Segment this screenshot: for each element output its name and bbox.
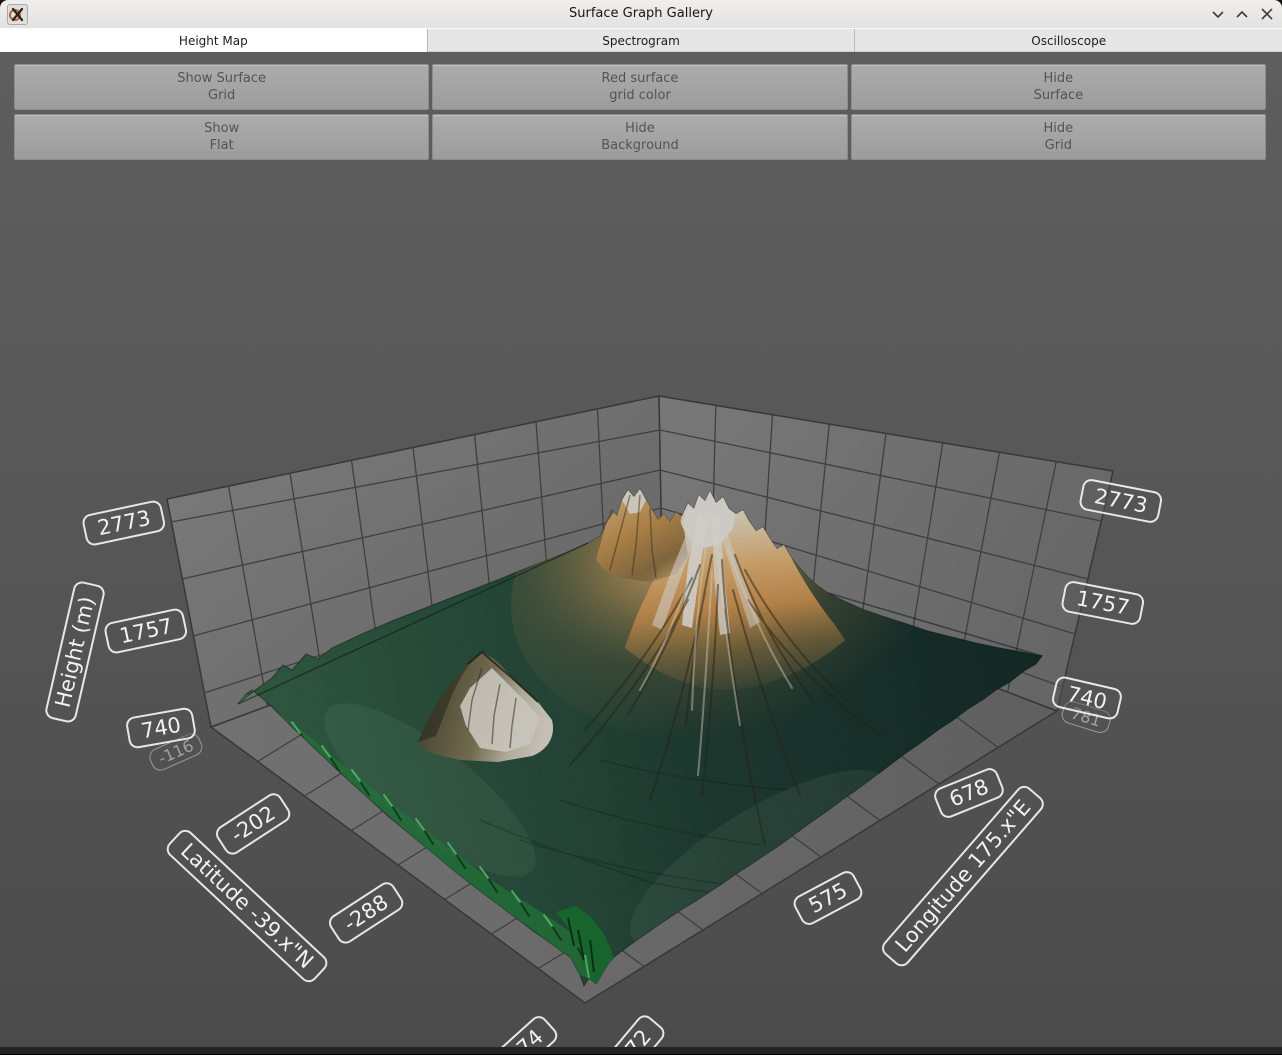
app-window: -116 781 2773 1757 740 Height (m) 2773 1… — [0, 0, 1282, 1055]
window-title: Surface Graph Gallery — [0, 0, 1282, 28]
surface-plot-canvas[interactable] — [0, 51, 1282, 1055]
button-label-line1: Show Surface — [177, 70, 266, 87]
surface-grid-color-button[interactable]: Red surface grid color — [432, 64, 847, 110]
button-label-line2: Grid — [1045, 137, 1072, 154]
button-label-line2: Flat — [210, 137, 234, 154]
tab-label: Height Map — [179, 34, 248, 48]
button-label-line2: Background — [601, 137, 679, 154]
chevron-up-icon — [1234, 6, 1250, 22]
titlebar[interactable]: Surface Graph Gallery — [0, 0, 1282, 29]
tab-bar: Height Map Spectrogram Oscilloscope — [0, 28, 1282, 52]
button-label-line2: Surface — [1034, 87, 1084, 104]
button-label-line2: grid color — [609, 87, 671, 104]
tab-height-map[interactable]: Height Map — [0, 29, 428, 52]
button-label-line2: Grid — [208, 87, 235, 104]
tab-label: Oscilloscope — [1031, 34, 1106, 48]
hide-background-button[interactable]: Hide Background — [432, 114, 847, 160]
toolbar: Show Surface Grid Red surface grid color… — [14, 64, 1266, 160]
button-label-line1: Hide — [625, 120, 655, 137]
hide-surface-button[interactable]: Hide Surface — [851, 64, 1266, 110]
button-label-line1: Hide — [1044, 120, 1074, 137]
button-label-line1: Show — [204, 120, 239, 137]
tab-oscilloscope[interactable]: Oscilloscope — [855, 29, 1282, 52]
close-icon — [1259, 6, 1275, 22]
tab-label: Spectrogram — [602, 34, 680, 48]
tab-spectrogram[interactable]: Spectrogram — [428, 29, 856, 52]
chevron-down-icon — [1210, 6, 1226, 22]
show-surface-grid-button[interactable]: Show Surface Grid — [14, 64, 429, 110]
maximize-button[interactable] — [1231, 5, 1253, 23]
show-flat-button[interactable]: Show Flat — [14, 114, 429, 160]
button-label-line1: Red surface — [602, 70, 679, 87]
hide-grid-button[interactable]: Hide Grid — [851, 114, 1266, 160]
close-button[interactable] — [1256, 5, 1278, 23]
window-bottom-edge — [0, 1047, 1282, 1055]
minimize-button[interactable] — [1207, 5, 1229, 23]
button-label-line1: Hide — [1044, 70, 1074, 87]
